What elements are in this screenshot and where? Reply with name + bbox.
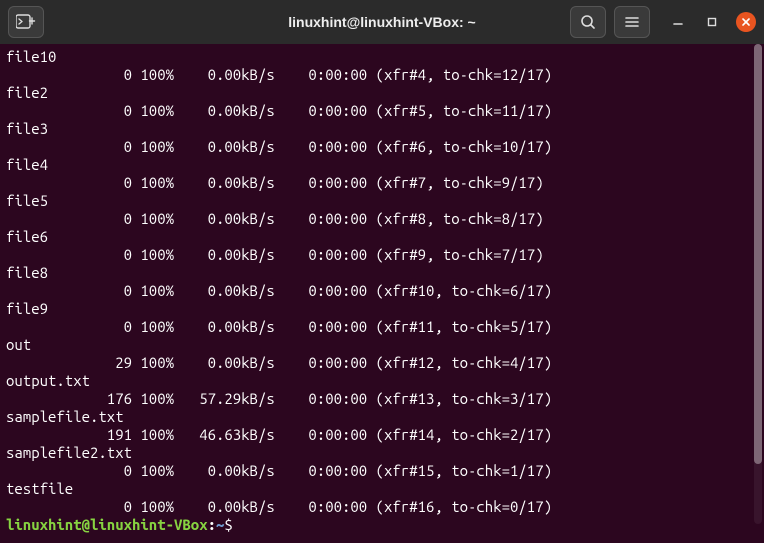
file-name: file6 — [6, 228, 758, 246]
prompt-user-host: linuxhint@linuxhint-VBox — [6, 516, 208, 533]
titlebar-left — [8, 6, 44, 38]
file-name: file5 — [6, 192, 758, 210]
file-name: file8 — [6, 264, 758, 282]
file-name: file9 — [6, 300, 758, 318]
transfer-stats: 29 100% 0.00kB/s 0:00:00 (xfr#12, to-chk… — [6, 354, 758, 372]
maximize-button[interactable] — [702, 12, 722, 32]
terminal-plus-icon — [16, 14, 36, 30]
transfer-stats: 0 100% 0.00kB/s 0:00:00 (xfr#9, to-chk=7… — [6, 246, 758, 264]
transfer-stats: 0 100% 0.00kB/s 0:00:00 (xfr#6, to-chk=1… — [6, 138, 758, 156]
transfer-stats: 0 100% 0.00kB/s 0:00:00 (xfr#10, to-chk=… — [6, 282, 758, 300]
minimize-button[interactable] — [668, 12, 688, 32]
prompt-line[interactable]: linuxhint@linuxhint-VBox:~$ — [6, 516, 758, 534]
scrollbar-track[interactable] — [754, 44, 762, 524]
file-name: file4 — [6, 156, 758, 174]
transfer-stats: 0 100% 0.00kB/s 0:00:00 (xfr#11, to-chk=… — [6, 318, 758, 336]
search-button[interactable] — [570, 6, 606, 38]
menu-button[interactable] — [614, 6, 650, 38]
transfer-stats: 191 100% 46.63kB/s 0:00:00 (xfr#14, to-c… — [6, 426, 758, 444]
scrollbar-thumb[interactable] — [754, 44, 762, 464]
titlebar: linuxhint@linuxhint-VBox: ~ — [0, 0, 764, 44]
transfer-stats: 0 100% 0.00kB/s 0:00:00 (xfr#5, to-chk=1… — [6, 102, 758, 120]
transfer-stats: 0 100% 0.00kB/s 0:00:00 (xfr#15, to-chk=… — [6, 462, 758, 480]
search-icon — [580, 14, 596, 30]
close-icon — [740, 16, 752, 28]
hamburger-icon — [624, 14, 640, 30]
terminal-window: linuxhint@linuxhint-VBox: ~ — [0, 0, 764, 543]
transfer-stats: 0 100% 0.00kB/s 0:00:00 (xfr#7, to-chk=9… — [6, 174, 758, 192]
minimize-icon — [672, 16, 684, 28]
file-name: output.txt — [6, 372, 758, 390]
file-name: file2 — [6, 84, 758, 102]
file-name: file10 — [6, 48, 758, 66]
file-name: samplefile2.txt — [6, 444, 758, 462]
titlebar-right — [570, 6, 756, 38]
new-tab-button[interactable] — [8, 6, 44, 38]
file-name: testfile — [6, 480, 758, 498]
transfer-stats: 0 100% 0.00kB/s 0:00:00 (xfr#8, to-chk=8… — [6, 210, 758, 228]
close-button[interactable] — [736, 12, 756, 32]
file-name: file3 — [6, 120, 758, 138]
transfer-stats: 0 100% 0.00kB/s 0:00:00 (xfr#4, to-chk=1… — [6, 66, 758, 84]
prompt-dollar: $ — [224, 516, 241, 533]
window-title: linuxhint@linuxhint-VBox: ~ — [288, 14, 475, 30]
terminal-output[interactable]: file10 0 100% 0.00kB/s 0:00:00 (xfr#4, t… — [0, 44, 764, 543]
transfer-stats: 176 100% 57.29kB/s 0:00:00 (xfr#13, to-c… — [6, 390, 758, 408]
window-controls — [668, 12, 756, 32]
file-name: samplefile.txt — [6, 408, 758, 426]
transfer-stats: 0 100% 0.00kB/s 0:00:00 (xfr#16, to-chk=… — [6, 498, 758, 516]
maximize-icon — [706, 16, 718, 28]
prompt-colon: : — [208, 516, 216, 533]
file-name: out — [6, 336, 758, 354]
